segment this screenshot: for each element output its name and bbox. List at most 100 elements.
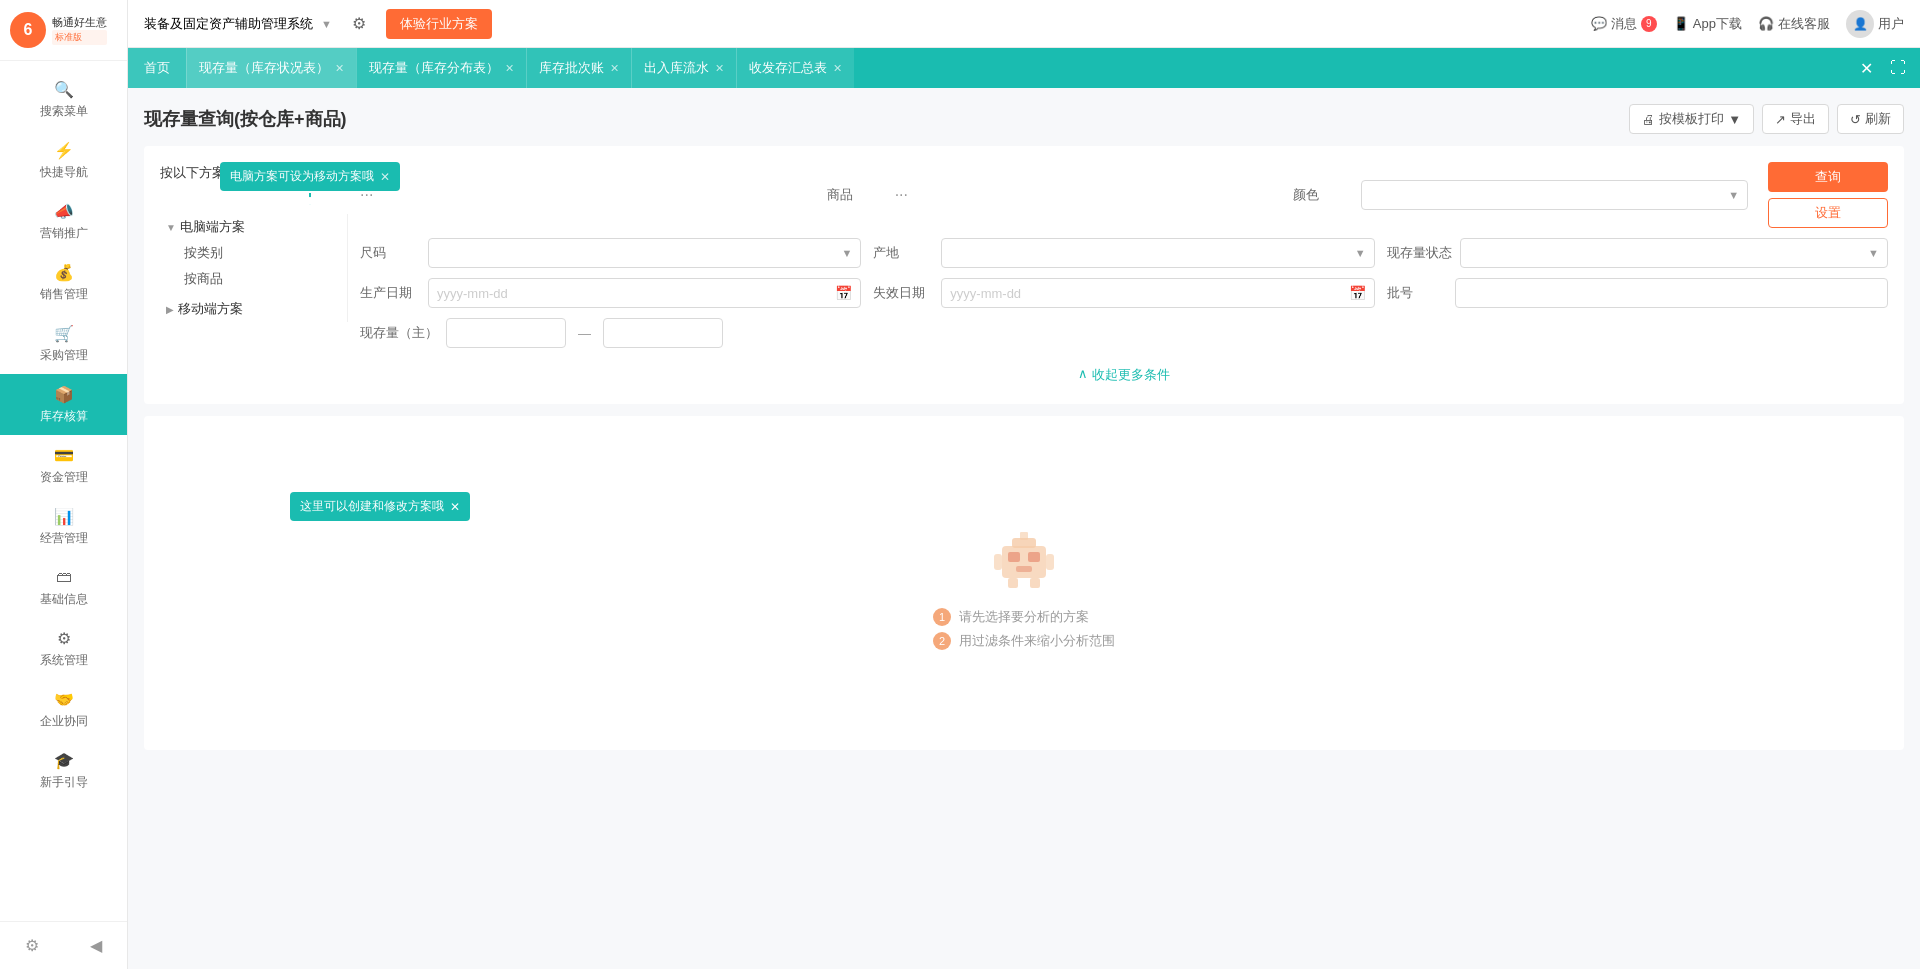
quantity-min-input[interactable] (446, 318, 566, 348)
collapse-icon: ▶ (166, 304, 174, 315)
scheme-child-category[interactable]: 按类别 (160, 240, 335, 266)
refresh-btn[interactable]: ↺ 刷新 (1837, 104, 1904, 134)
collapse-sidebar-btn[interactable]: ◀ (86, 932, 106, 959)
sidebar-item-search[interactable]: 🔍 搜索菜单 (0, 69, 127, 130)
filter-cell-size: 尺码 ▼ (360, 238, 861, 268)
empty-illustration (984, 516, 1064, 596)
tab-summary[interactable]: 收发存汇总表 ✕ (736, 48, 854, 88)
search-btn[interactable]: 查询 (1768, 162, 1888, 192)
tab-flow[interactable]: 出入库流水 ✕ (631, 48, 736, 88)
tooltip1: 电脑方案可设为移动方案哦 ✕ (220, 162, 400, 191)
avatar: 👤 (1846, 10, 1874, 38)
filter-panel: 按以下方案查询 + ✎ « 电脑方案可设为移动方案哦 ✕ (144, 146, 1904, 404)
filter-cell-prod-date: 生产日期 yyyy-mm-dd 📅 (360, 278, 861, 308)
sidebar-footer: ⚙ ◀ (0, 921, 127, 969)
sidebar-item-sales[interactable]: 💰 销售管理 (0, 252, 127, 313)
tab-close-all-btn[interactable]: ✕ (1852, 54, 1880, 82)
empty-tips: 1 请先选择要分析的方案 2 用过滤条件来缩小分析范围 (933, 608, 1115, 650)
sidebar-item-guide[interactable]: 🎓 新手引导 (0, 740, 127, 801)
tooltip1-wrapper: 电脑方案可设为移动方案哦 ✕ (220, 162, 400, 191)
chevron-down-icon: ▼ (1728, 112, 1741, 127)
status-select[interactable]: ▼ (1460, 238, 1888, 268)
sidebar-item-purchase[interactable]: 🛒 采购管理 (0, 313, 127, 374)
user-profile[interactable]: 👤 用户 (1846, 10, 1904, 38)
app-download-btn[interactable]: 📱 App下载 (1673, 15, 1742, 33)
svg-rect-1 (1008, 552, 1020, 562)
sidebar-item-collab[interactable]: 🤝 企业协同 (0, 679, 127, 740)
tooltip1-text: 电脑方案可设为移动方案哦 (230, 168, 374, 185)
svg-rect-3 (1016, 566, 1032, 572)
content-area: 现存量查询(按仓库+商品) 🖨 按模板打印 ▼ ↗ 导出 ↺ 刷新 (128, 88, 1920, 969)
export-btn[interactable]: ↗ 导出 (1762, 104, 1829, 134)
topbar-settings-btn[interactable]: ⚙ (344, 9, 374, 39)
sidebar-item-label: 搜索菜单 (40, 103, 88, 120)
brand-tag: 标准版 (52, 30, 107, 45)
system-title: 装备及固定资产辅助管理系统 (144, 15, 313, 33)
sidebar-item-system[interactable]: ⚙ 系统管理 (0, 618, 127, 679)
system-selector[interactable]: 装备及固定资产辅助管理系统 ▼ (144, 15, 332, 33)
tab-home[interactable]: 首页 (128, 48, 186, 88)
scheme-child-product[interactable]: 按商品 (160, 266, 335, 292)
tab-batch[interactable]: 库存批次账 ✕ (526, 48, 631, 88)
print-btn[interactable]: 🖨 按模板打印 ▼ (1629, 104, 1754, 134)
notice-label: 消息 (1611, 15, 1637, 33)
main-area: 装备及固定资产辅助管理系统 ▼ ⚙ 体验行业方案 💬 消息 9 📱 App下载 … (128, 0, 1920, 969)
phone-icon: 📱 (1673, 16, 1689, 31)
prod-date-input[interactable]: yyyy-mm-dd 📅 (428, 278, 861, 308)
online-support-btn[interactable]: 🎧 在线客服 (1758, 15, 1830, 33)
sidebar-item-label: 系统管理 (40, 652, 88, 669)
notice-btn[interactable]: 💬 消息 9 (1591, 15, 1657, 33)
tab-inventory-dist[interactable]: 现存量（库存分布表） ✕ (356, 48, 526, 88)
batch-input[interactable] (1455, 278, 1888, 308)
logo-icon: 6 (10, 12, 46, 48)
settings-bottom-btn[interactable]: ⚙ (21, 932, 43, 959)
collapse-filter-btn[interactable]: ∧ 收起更多条件 (360, 358, 1888, 388)
reset-btn[interactable]: 设置 (1768, 198, 1888, 228)
print-icon: 🖨 (1642, 112, 1655, 127)
scheme-tree-wrapper: 按以下方案查询 + ✎ « 电脑方案可设为移动方案哦 ✕ (160, 162, 360, 388)
filter-row-4: 现存量（主） — (360, 318, 1888, 348)
lightning-icon: ⚡ (54, 140, 74, 160)
tooltip2-close-btn[interactable]: ✕ (450, 500, 460, 514)
svg-rect-5 (1020, 532, 1028, 540)
filter-cell-origin: 产地 ▼ (873, 238, 1374, 268)
expand-icon: ▼ (166, 222, 176, 233)
sidebar-item-management[interactable]: 📊 经营管理 (0, 496, 127, 557)
size-select[interactable]: ▼ (428, 238, 861, 268)
scheme-node-mobile[interactable]: ▶ 移动端方案 (160, 296, 335, 322)
expire-date-input[interactable]: yyyy-mm-dd 📅 (941, 278, 1374, 308)
svg-rect-8 (1008, 578, 1018, 588)
sidebar-item-marketing[interactable]: 📣 营销推广 (0, 191, 127, 252)
tooltip1-close-btn[interactable]: ✕ (380, 170, 390, 184)
color-select[interactable]: ▼ (1361, 180, 1748, 210)
scheme-node-desktop[interactable]: ▼ 电脑端方案 (160, 214, 335, 240)
svg-rect-7 (1046, 554, 1054, 570)
sidebar-item-shortcut[interactable]: ⚡ 快捷导航 (0, 130, 127, 191)
tooltip-connector-dot (306, 197, 314, 205)
tab-inventory-status[interactable]: 现存量（库存状况表） ✕ (186, 48, 356, 88)
empty-tip-2: 2 用过滤条件来缩小分析范围 (933, 632, 1115, 650)
trial-btn[interactable]: 体验行业方案 (386, 9, 492, 39)
calendar-icon: 📅 (1349, 285, 1366, 301)
tabbar: 首页 现存量（库存状况表） ✕ 现存量（库存分布表） ✕ 库存批次账 ✕ 出入库… (128, 48, 1920, 88)
sidebar-item-finance[interactable]: 💳 资金管理 (0, 435, 127, 496)
sidebar-item-inventory[interactable]: 📦 库存核算 (0, 374, 127, 435)
filter-cell-expire-date: 失效日期 yyyy-mm-dd 📅 (873, 278, 1374, 308)
tab-close-inventory-dist[interactable]: ✕ (505, 62, 514, 75)
tab-close-summary[interactable]: ✕ (833, 62, 842, 75)
quantity-max-input[interactable] (603, 318, 723, 348)
origin-select[interactable]: ▼ (941, 238, 1374, 268)
search-icon: 🔍 (54, 79, 74, 99)
scheme-tree: ▼ 电脑端方案 按类别 按商品 ▶ 移动端方案 (160, 214, 348, 322)
tooltip2-text: 这里可以创建和修改方案哦 (300, 498, 444, 515)
product-dots[interactable]: ··· (895, 186, 908, 204)
tab-close-flow[interactable]: ✕ (715, 62, 724, 75)
tab-maximize-btn[interactable]: ⛶ (1884, 54, 1912, 82)
tab-close-inventory-status[interactable]: ✕ (335, 62, 344, 75)
filter-cell-status: 现存量状态 ▼ (1387, 238, 1888, 268)
calendar-icon: 📅 (835, 285, 852, 301)
sidebar-item-basic[interactable]: 🗃 基础信息 (0, 557, 127, 618)
tab-close-batch[interactable]: ✕ (610, 62, 619, 75)
sidebar-item-label: 销售管理 (40, 286, 88, 303)
sales-icon: 💰 (54, 262, 74, 282)
